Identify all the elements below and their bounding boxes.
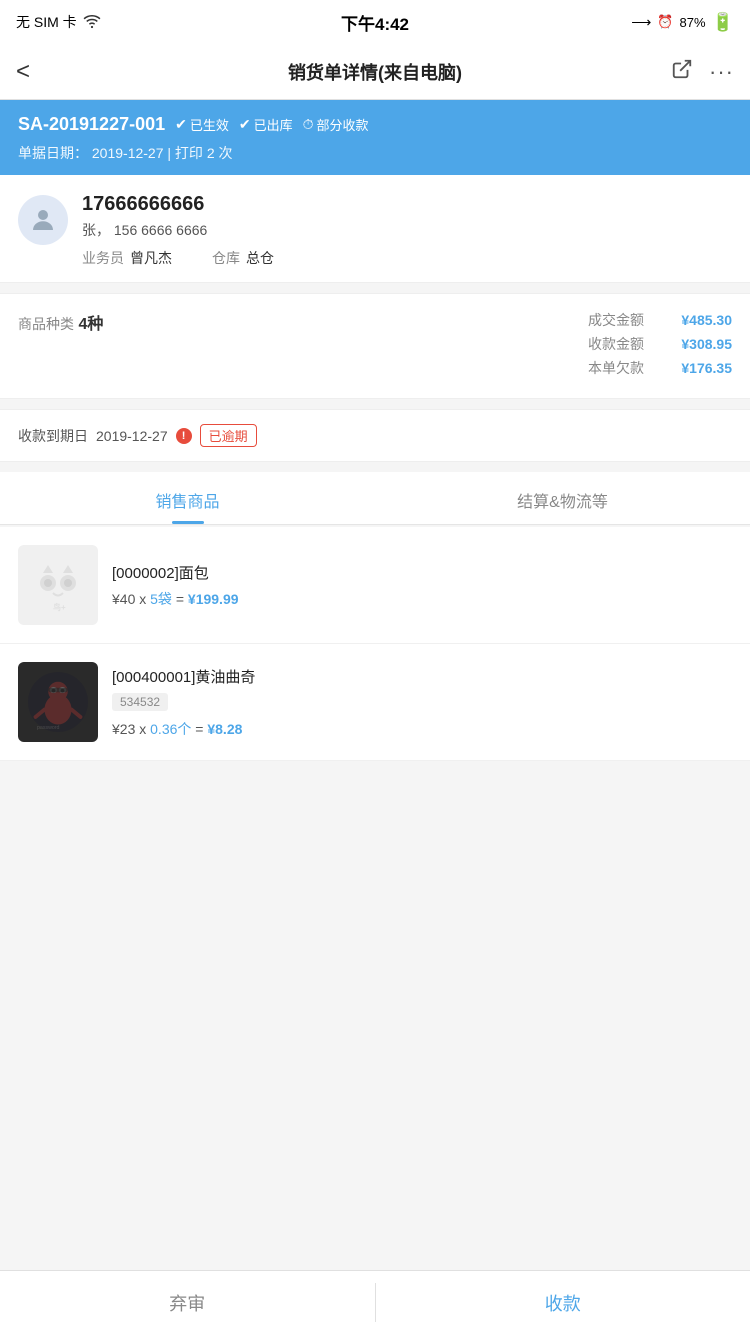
due-date-label: 收款到期日 (18, 426, 88, 446)
tab-settlement-logistics[interactable]: 结算&物流等 (375, 472, 750, 524)
products-section: 鸟+ [0000002]面包 ¥40 x 5袋 = ¥199.99 (0, 527, 750, 761)
tabs: 销售商品 结算&物流等 (0, 472, 750, 524)
back-button[interactable]: < (16, 54, 38, 90)
nav-bar: < 销货单详情(来自电脑) ··· (0, 44, 750, 100)
product-name-2: [000400001]黄油曲奇 (112, 666, 732, 687)
deal-amount: 成交金额 ¥485.30 (588, 310, 732, 330)
collected-amount-value: ¥308.95 (652, 336, 732, 352)
customer-account-name: 17666666666 (82, 193, 732, 216)
svg-text:鸟+: 鸟+ (53, 602, 66, 612)
location-icon: ⟶ (631, 14, 651, 31)
product-item: 鸟+ [0000002]面包 ¥40 x 5袋 = ¥199.99 (0, 527, 750, 644)
product-item: password [000400001]黄油曲奇 534532 ¥23 x 0.… (0, 644, 750, 761)
product-kind: 商品种类 4种 (18, 310, 103, 334)
product-price-1: ¥40 x 5袋 = ¥199.99 (112, 589, 732, 609)
debt-amount: 本单欠款 ¥176.35 (588, 358, 732, 378)
customer-avatar (18, 195, 68, 245)
product-price-2: ¥23 x 0.36个 = ¥8.28 (112, 719, 732, 739)
due-date-value: 2019-12-27 (96, 428, 168, 444)
customer-contact: 张， 156 6666 6666 (82, 220, 732, 240)
summary-row: 商品种类 4种 成交金额 ¥485.30 收款金额 ¥308.95 本单欠款 ¥… (18, 310, 732, 382)
amount-summary: 成交金额 ¥485.30 收款金额 ¥308.95 本单欠款 ¥176.35 (588, 310, 732, 382)
cancel-button[interactable]: 弃审 (0, 1271, 375, 1334)
debt-amount-value: ¥176.35 (652, 360, 732, 376)
sales-person-value: 曾凡杰 (130, 248, 172, 268)
collected-amount: 收款金额 ¥308.95 (588, 334, 732, 354)
customer-info: 17666666666 张， 156 6666 6666 业务员 曾凡杰 仓库 … (82, 193, 732, 268)
badge-delivered: ✔ 已出库 (239, 115, 293, 134)
customer-meta: 业务员 曾凡杰 仓库 总仓 (82, 248, 732, 268)
product-name-1: [0000002]面包 (112, 562, 732, 583)
order-id: SA-20191227-001 (18, 114, 165, 135)
badge-partial-payment: ⏱ 部分收款 (303, 115, 369, 134)
tab-sales-goods[interactable]: 销售商品 (0, 472, 375, 524)
status-bar-time: 下午4:42 (341, 10, 409, 35)
order-date-row: 单据日期： 2019-12-27 | 打印 2 次 (18, 143, 732, 163)
nav-right-actions: ··· (671, 58, 734, 86)
product-tag-2: 534532 (112, 693, 168, 711)
wifi-icon (83, 12, 101, 33)
tabs-section: 销售商品 结算&物流等 (0, 472, 750, 525)
product-image-2: password (18, 662, 98, 742)
customer-section: 17666666666 张， 156 6666 6666 业务员 曾凡杰 仓库 … (0, 175, 750, 283)
status-bar: 无 SIM 卡 下午4:42 ⟶ ⏰ 87% 🔋 (0, 0, 750, 44)
check-icon-1: ✔ (175, 116, 187, 133)
warehouse: 仓库 总仓 (212, 248, 274, 268)
order-date-value: 2019-12-27 (92, 145, 164, 161)
check-icon-2: ✔ (239, 116, 251, 133)
overdue-exclamation-icon: ! (176, 428, 192, 444)
status-bar-left: 无 SIM 卡 (16, 12, 101, 33)
deal-amount-value: ¥485.30 (652, 312, 732, 328)
print-count: 2 (207, 145, 215, 161)
svg-text:password: password (37, 725, 60, 731)
battery-icon: 🔋 (712, 12, 734, 33)
product-info-2: [000400001]黄油曲奇 534532 ¥23 x 0.36个 = ¥8.… (112, 666, 732, 739)
product-info-1: [0000002]面包 ¥40 x 5袋 = ¥199.99 (112, 562, 732, 609)
more-icon[interactable]: ··· (709, 59, 734, 85)
page-title: 销货单详情(来自电脑) (288, 59, 462, 85)
bottom-bar: 弃审 收款 (0, 1270, 750, 1334)
share-icon[interactable] (671, 58, 693, 86)
product-kind-value: 4种 (78, 316, 103, 333)
summary-section: 商品种类 4种 成交金额 ¥485.30 收款金额 ¥308.95 本单欠款 ¥… (0, 293, 750, 399)
order-header-top: SA-20191227-001 ✔ 已生效 ✔ 已出库 ⏱ 部分收款 (18, 114, 732, 135)
product-image-1: 鸟+ (18, 545, 98, 625)
overdue-badge: 已逾期 (200, 424, 257, 447)
sales-person: 业务员 曾凡杰 (82, 248, 172, 268)
badge-effective: ✔ 已生效 (175, 115, 229, 134)
battery-label: 87% (680, 15, 706, 30)
status-bar-right: ⟶ ⏰ 87% 🔋 (631, 12, 734, 33)
due-date-section: 收款到期日 2019-12-27 ! 已逾期 (0, 409, 750, 462)
confirm-payment-button[interactable]: 收款 (376, 1271, 750, 1334)
carrier-label: 无 SIM 卡 (16, 12, 77, 32)
clock-icon: ⏱ (303, 116, 314, 133)
order-header: SA-20191227-001 ✔ 已生效 ✔ 已出库 ⏱ 部分收款 单据日期：… (0, 100, 750, 175)
warehouse-value: 总仓 (246, 248, 274, 268)
alarm-icon: ⏰ (657, 14, 673, 30)
